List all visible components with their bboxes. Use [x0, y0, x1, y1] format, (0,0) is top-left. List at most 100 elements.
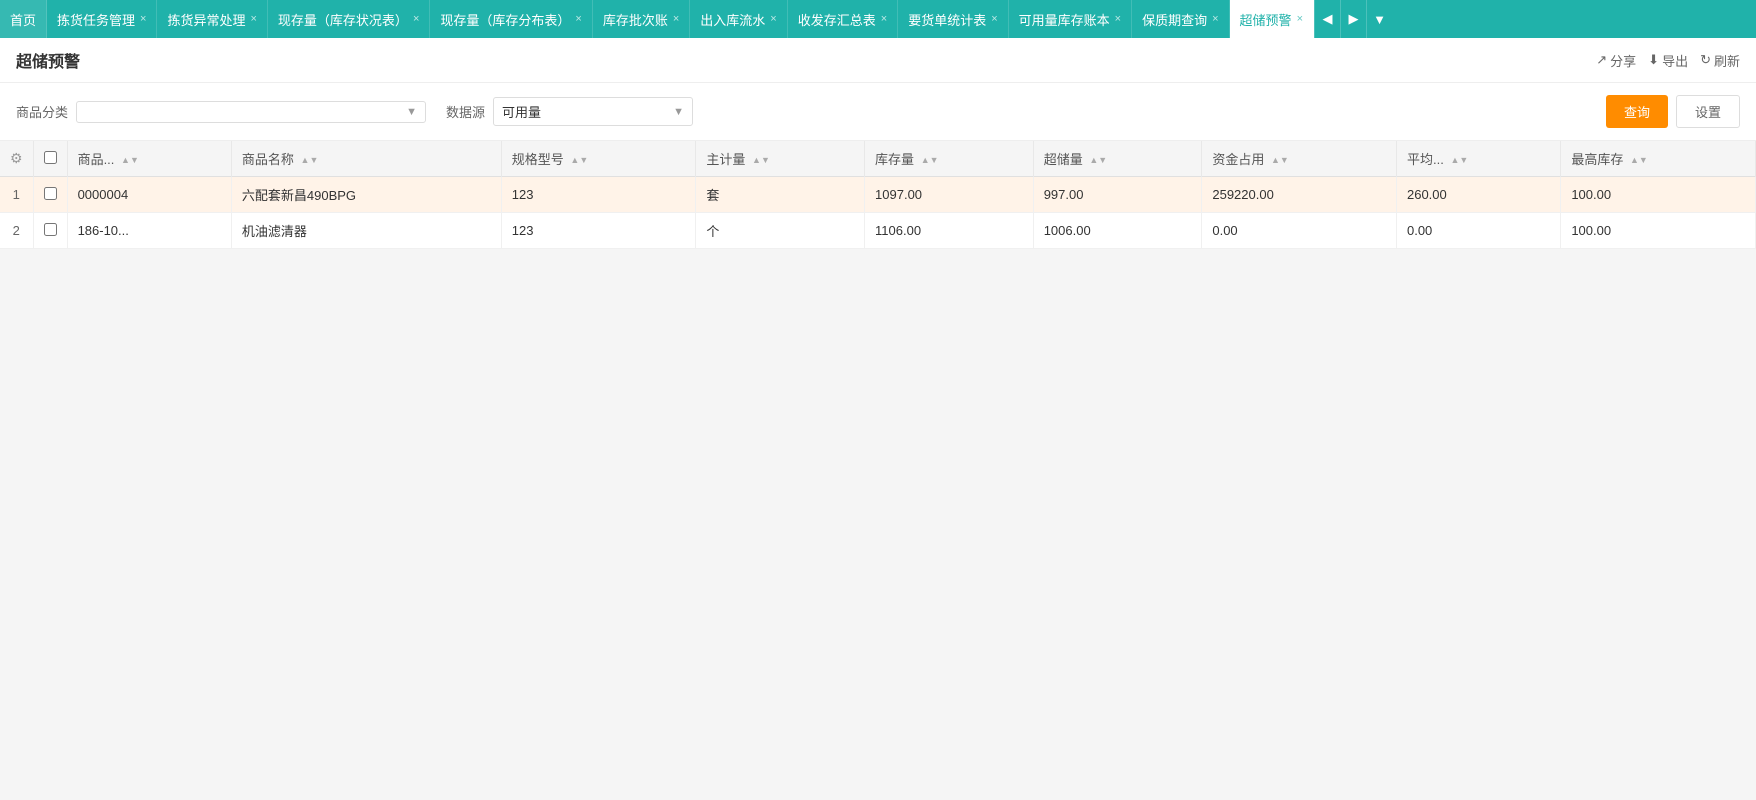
share-button[interactable]: ↗ 分享 — [1596, 51, 1636, 70]
query-button[interactable]: 查询 — [1606, 95, 1668, 128]
nav-item-4[interactable]: 现存量（库存分布表） × — [430, 0, 592, 38]
nav-item-3[interactable]: 现存量（库存状况表） × — [268, 0, 430, 38]
select-all-checkbox[interactable] — [44, 151, 57, 164]
nav-item-7[interactable]: 收发存汇总表 × — [788, 0, 898, 38]
col-spec[interactable]: 规格型号 ▲▼ — [501, 141, 696, 177]
refresh-button[interactable]: ↻ 刷新 — [1700, 51, 1740, 70]
nav-menu-arrow[interactable]: ▼ — [1366, 0, 1392, 38]
cell-unit: 套 — [696, 177, 865, 213]
gear-header[interactable]: ⚙ — [0, 141, 33, 177]
close-icon[interactable]: × — [1115, 13, 1121, 25]
nav-item-1[interactable]: 拣货任务管理 × — [47, 0, 157, 38]
sort-icon: ▲▼ — [570, 156, 588, 165]
close-icon[interactable]: × — [1297, 13, 1303, 25]
category-select[interactable]: ▼ — [76, 101, 426, 123]
row-checkbox-cell[interactable] — [33, 213, 67, 249]
row-checkbox-cell[interactable] — [33, 177, 67, 213]
sort-icon: ▲▼ — [752, 156, 770, 165]
cell-capital: 0.00 — [1202, 213, 1397, 249]
cell-overstock: 997.00 — [1033, 177, 1202, 213]
cell-maxstock: 100.00 — [1561, 177, 1756, 213]
nav-item-8[interactable]: 要货单统计表 × — [898, 0, 1008, 38]
sort-icon: ▲▼ — [921, 156, 939, 165]
row-checkbox[interactable] — [44, 223, 57, 236]
row-checkbox[interactable] — [44, 187, 57, 200]
nav-item-home[interactable]: 首页 — [0, 0, 47, 38]
col-name[interactable]: 商品名称 ▲▼ — [231, 141, 501, 177]
header-actions: ↗ 分享 ⬇ 导出 ↻ 刷新 — [1596, 51, 1740, 70]
col-stock[interactable]: 库存量 ▲▼ — [865, 141, 1034, 177]
cell-unit: 个 — [696, 213, 865, 249]
category-filter-group: 商品分类 ▼ — [16, 101, 426, 123]
cell-avg: 0.00 — [1396, 213, 1560, 249]
close-icon[interactable]: × — [991, 13, 997, 25]
cell-code: 0000004 — [67, 177, 231, 213]
sort-icon: ▲▼ — [301, 156, 319, 165]
cell-name: 六配套新昌490BPG — [231, 177, 501, 213]
checkbox-header[interactable] — [33, 141, 67, 177]
toolbar: 商品分类 ▼ 数据源 可用量 ▼ 查询 设置 — [0, 83, 1756, 141]
close-icon[interactable]: × — [413, 13, 419, 25]
datasource-filter-group: 数据源 可用量 ▼ — [446, 97, 693, 126]
nav-prev-arrow[interactable]: ◀ — [1314, 0, 1340, 38]
close-icon[interactable]: × — [1212, 13, 1218, 25]
nav-next-arrow[interactable]: ▶ — [1340, 0, 1366, 38]
datasource-label: 数据源 — [446, 102, 485, 121]
sort-icon: ▲▼ — [1630, 156, 1648, 165]
col-unit[interactable]: 主计量 ▲▼ — [696, 141, 865, 177]
toolbar-right: 查询 设置 — [1606, 95, 1740, 128]
table-header-row: ⚙ 商品... ▲▼ 商品名称 ▲▼ 规格型号 ▲▼ 主计 — [0, 141, 1756, 177]
cell-overstock: 1006.00 — [1033, 213, 1202, 249]
close-icon[interactable]: × — [881, 13, 887, 25]
sort-icon: ▲▼ — [1089, 156, 1107, 165]
cell-maxstock: 100.00 — [1561, 213, 1756, 249]
cell-spec: 123 — [501, 177, 696, 213]
col-code[interactable]: 商品... ▲▼ — [67, 141, 231, 177]
export-button[interactable]: ⬇ 导出 — [1648, 51, 1688, 70]
cell-capital: 259220.00 — [1202, 177, 1397, 213]
refresh-icon: ↻ — [1700, 52, 1711, 68]
export-icon: ⬇ — [1648, 52, 1659, 68]
sort-icon: ▲▼ — [1271, 156, 1289, 165]
row-number: 1 — [0, 177, 33, 213]
sort-icon: ▲▼ — [121, 156, 139, 165]
col-avg[interactable]: 平均... ▲▼ — [1396, 141, 1560, 177]
col-maxstock[interactable]: 最高库存 ▲▼ — [1561, 141, 1756, 177]
chevron-down-icon: ▼ — [673, 106, 684, 118]
page-title: 超储预警 — [16, 48, 80, 72]
table-container: ⚙ 商品... ▲▼ 商品名称 ▲▼ 规格型号 ▲▼ 主计 — [0, 141, 1756, 249]
share-icon: ↗ — [1596, 52, 1607, 68]
cell-stock: 1097.00 — [865, 177, 1034, 213]
nav-item-5[interactable]: 库存批次账 × — [593, 0, 690, 38]
col-overstock[interactable]: 超储量 ▲▼ — [1033, 141, 1202, 177]
data-table: ⚙ 商品... ▲▼ 商品名称 ▲▼ 规格型号 ▲▼ 主计 — [0, 141, 1756, 249]
page-header: 超储预警 ↗ 分享 ⬇ 导出 ↻ 刷新 — [0, 38, 1756, 83]
cell-name: 机油滤清器 — [231, 213, 501, 249]
nav-item-2[interactable]: 拣货异常处理 × — [157, 0, 267, 38]
settings-button[interactable]: 设置 — [1676, 95, 1740, 128]
nav-item-6[interactable]: 出入库流水 × — [690, 0, 787, 38]
nav-item-active[interactable]: 超储预警 × — [1230, 0, 1314, 38]
gear-icon[interactable]: ⚙ — [10, 150, 23, 166]
nav-item-9[interactable]: 可用量库存账本 × — [1009, 0, 1132, 38]
datasource-value: 可用量 — [502, 102, 541, 121]
row-number: 2 — [0, 213, 33, 249]
nav-item-10[interactable]: 保质期查询 × — [1132, 0, 1229, 38]
cell-spec: 123 — [501, 213, 696, 249]
close-icon[interactable]: × — [250, 13, 256, 25]
close-icon[interactable]: × — [770, 13, 776, 25]
sort-icon: ▲▼ — [1450, 156, 1468, 165]
cell-stock: 1106.00 — [865, 213, 1034, 249]
table-row: 1 0000004 六配套新昌490BPG 123 套 1097.00 997.… — [0, 177, 1756, 213]
cell-code: 186-10... — [67, 213, 231, 249]
cell-avg: 260.00 — [1396, 177, 1560, 213]
close-icon[interactable]: × — [673, 13, 679, 25]
datasource-select[interactable]: 可用量 ▼ — [493, 97, 693, 126]
chevron-down-icon: ▼ — [406, 106, 417, 118]
nav-bar: 首页 拣货任务管理 × 拣货异常处理 × 现存量（库存状况表） × 现存量（库存… — [0, 0, 1756, 38]
close-icon[interactable]: × — [575, 13, 581, 25]
col-capital[interactable]: 资金占用 ▲▼ — [1202, 141, 1397, 177]
close-icon[interactable]: × — [140, 13, 146, 25]
table-row: 2 186-10... 机油滤清器 123 个 1106.00 1006.00 … — [0, 213, 1756, 249]
category-label: 商品分类 — [16, 102, 68, 121]
